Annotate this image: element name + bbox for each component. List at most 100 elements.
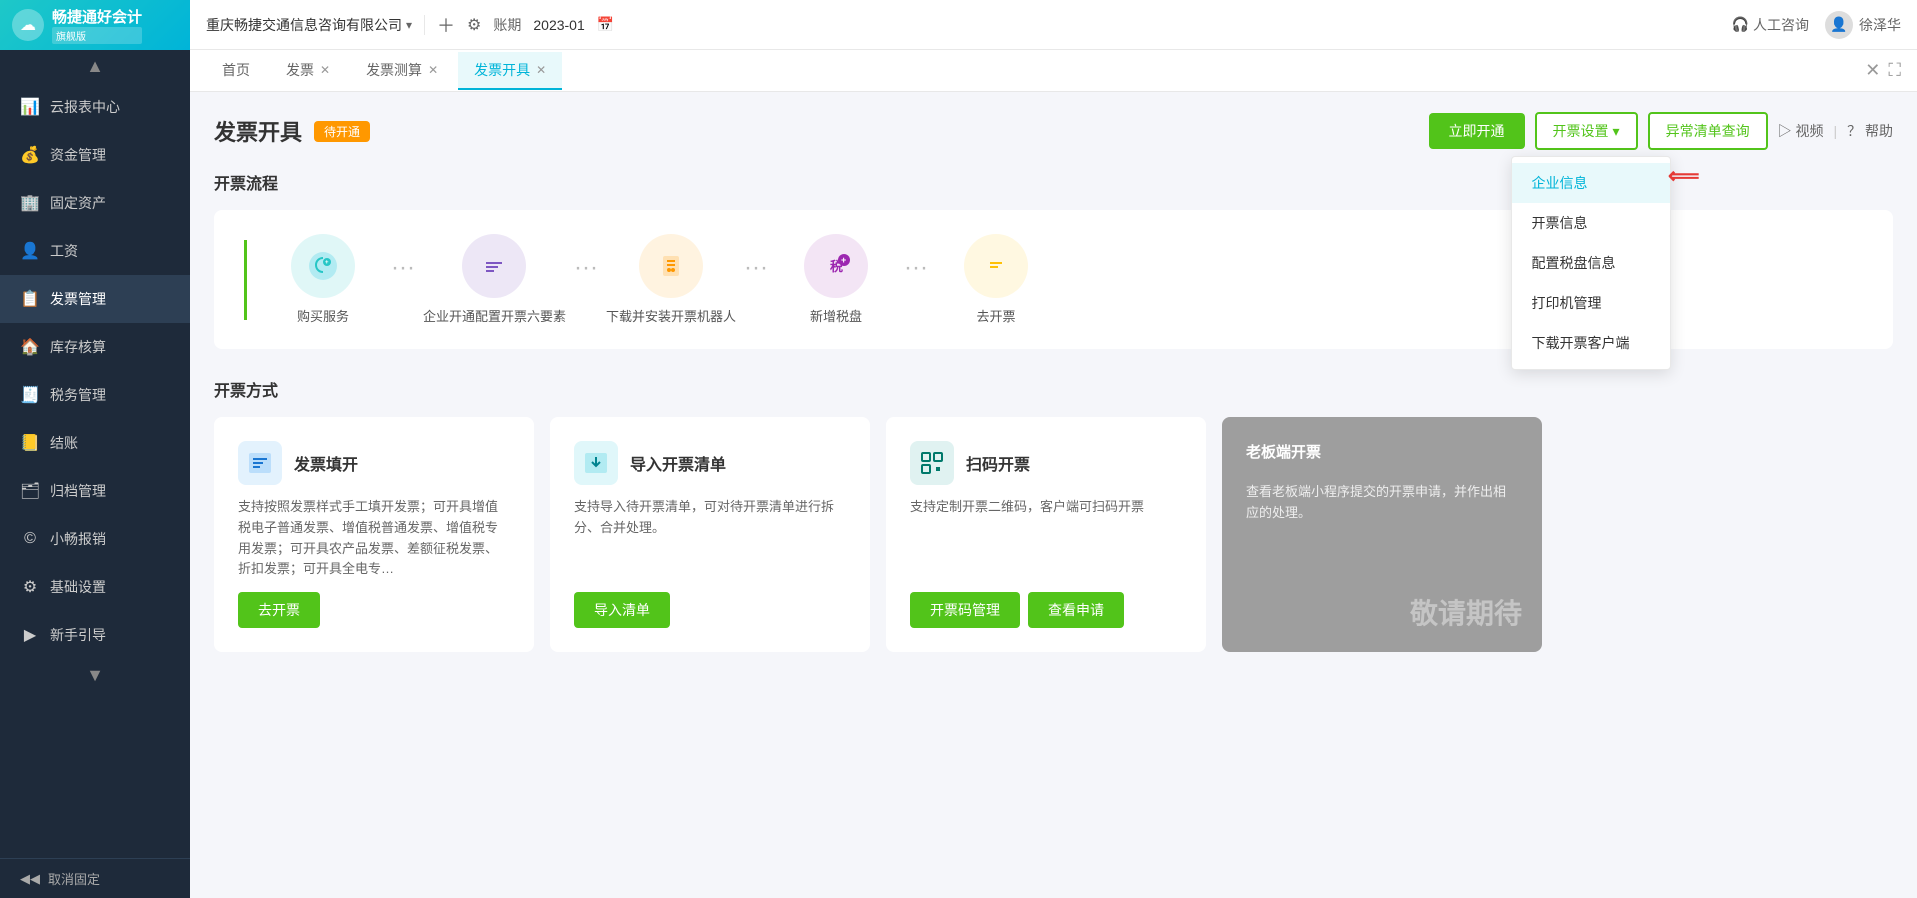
settings-button[interactable]: 开票设置 ▾ [1535, 112, 1638, 150]
flow-step-download-robot: 下载并安装开票机器人 [606, 234, 736, 325]
download-robot-label: 下载并安装开票机器人 [606, 306, 736, 325]
scan-code-desc: 支持定制开票二维码，客户端可扫码开票 [910, 497, 1182, 518]
red-arrow-icon: ⟸ [1668, 163, 1700, 189]
tab-invoice-close[interactable]: ✕ [320, 63, 330, 77]
sidebar-label-fixed-assets: 固定资产 [50, 193, 106, 213]
tab-invoice-issue-close[interactable]: ✕ [536, 63, 546, 77]
activate-button[interactable]: 立即开通 [1429, 113, 1525, 149]
scroll-up-button[interactable]: ▲ [0, 50, 190, 83]
dropdown-company-info[interactable]: 企业信息 [1512, 163, 1670, 203]
printer-mgmt-label: 打印机管理 [1532, 293, 1602, 313]
settings-dropdown: ⟸ 企业信息 开票信息 配置税盘信息 打印机管理 [1511, 156, 1671, 370]
dropdown-tax-disk[interactable]: 配置税盘信息 [1512, 243, 1670, 283]
xiaochang-icon: © [20, 530, 40, 548]
sidebar-label-archive-mgmt: 归档管理 [50, 481, 106, 501]
flow-bar [244, 240, 247, 320]
download-client-label: 下载开票客户端 [1532, 333, 1630, 353]
sidebar-item-payroll[interactable]: 👤 工资 [0, 227, 190, 275]
unpin-button[interactable]: ◀◀ 取消固定 [0, 858, 190, 898]
sidebar-label-tax-mgmt: 税务管理 [50, 385, 106, 405]
sidebar-item-cloud-report[interactable]: 📊 云报表中心 [0, 83, 190, 131]
flow-step-company-config: 企业开通配置开票六要素 [423, 234, 566, 325]
page-header: 发票开具 待开通 立即开通 开票设置 ▾ 异常清单查询 ▷ 视频 | [214, 112, 1893, 150]
tab-bar: 首页 发票 ✕ 发票测算 ✕ 发票开具 ✕ ✕ ⛶ [190, 50, 1917, 92]
sidebar-item-settlement[interactable]: 📒 结账 [0, 419, 190, 467]
sidebar-label-new-guide: 新手引导 [50, 625, 106, 645]
company-info-label: 企业信息 [1532, 173, 1588, 193]
calendar-icon[interactable]: 📅 [597, 16, 614, 33]
company-selector[interactable]: 重庆畅捷交通信息咨询有限公司 ▾ [206, 15, 412, 35]
flow-arrow-3: ··· [736, 254, 776, 282]
video-button[interactable]: ▷ 视频 [1778, 121, 1824, 141]
tab-invoice-calc[interactable]: 发票测算 ✕ [350, 52, 454, 90]
methods-section-title: 开票方式 [214, 377, 1893, 401]
user-area[interactable]: 👤 徐泽华 [1825, 11, 1901, 39]
inventory-icon: 🏠 [20, 337, 40, 357]
tab-invoice-issue-label: 发票开具 [474, 60, 530, 80]
import-list-desc: 支持导入待开票清单，可对待开票清单进行拆分、合并处理。 [574, 497, 846, 539]
close-all-tabs-button[interactable]: ✕ [1865, 60, 1880, 81]
logo-icon: ☁ [12, 9, 44, 41]
play-icon: ▷ [1778, 123, 1792, 139]
flow-step-buy-service: + 购买服务 [263, 234, 383, 325]
settings-icon[interactable]: ⚙ [467, 15, 481, 35]
sidebar-label-cloud-report: 云报表中心 [50, 97, 120, 117]
status-badge: 待开通 [314, 121, 370, 142]
go-invoice-button[interactable]: 去开票 [238, 592, 320, 628]
scan-code-title: 扫码开票 [966, 451, 1030, 475]
qr-code-mgmt-button[interactable]: 开票码管理 [910, 592, 1020, 628]
method-header-scan: 扫码开票 [910, 441, 1182, 485]
sidebar-item-archive-mgmt[interactable]: 🗂 归档管理 [0, 467, 190, 515]
tab-right-actions: ✕ ⛶ [1865, 60, 1901, 81]
add-tax-disk-label: 新增税盘 [810, 306, 862, 325]
dropdown-download-client[interactable]: 下载开票客户端 [1512, 323, 1670, 363]
sidebar-label-basic-settings: 基础设置 [50, 577, 106, 597]
consult-button[interactable]: 🎧 人工咨询 [1732, 15, 1809, 35]
sidebar-item-fund-mgmt[interactable]: 💰 资金管理 [0, 131, 190, 179]
expand-button[interactable]: ⛶ [1888, 60, 1901, 81]
archive-icon: 🗂 [20, 481, 40, 501]
scroll-down-button[interactable]: ▼ [0, 659, 190, 692]
logo-main: 畅捷通好会计 [52, 6, 142, 27]
view-application-button[interactable]: 查看申请 [1028, 592, 1124, 628]
manual-fill-title: 发票填开 [294, 451, 358, 475]
new-guide-icon: ▶ [20, 625, 40, 645]
sidebar-item-new-guide[interactable]: ▶ 新手引导 [0, 611, 190, 659]
methods-section: 开票方式 [214, 377, 1893, 652]
tab-invoice-label: 发票 [286, 60, 314, 80]
import-list-button[interactable]: 导入清单 [574, 592, 670, 628]
sidebar-item-basic-settings[interactable]: ⚙ 基础设置 [0, 563, 190, 611]
methods-container: 发票填开 支持按照发票样式手工填开发票；可开具增值税电子普通发票、增值税普通发票… [214, 417, 1893, 652]
tab-invoice-issue[interactable]: 发票开具 ✕ [458, 52, 562, 90]
main-area: 首页 发票 ✕ 发票测算 ✕ 发票开具 ✕ ✕ ⛶ [190, 50, 1917, 898]
tab-home[interactable]: 首页 [206, 52, 266, 90]
dropdown-printer-mgmt[interactable]: 打印机管理 [1512, 283, 1670, 323]
company-name: 重庆畅捷交通信息咨询有限公司 [206, 15, 402, 35]
help-button[interactable]: ？ 帮助 [1847, 121, 1893, 141]
sidebar-item-tax-mgmt[interactable]: 🧾 税务管理 [0, 371, 190, 419]
avatar: 👤 [1825, 11, 1853, 39]
sidebar-item-xiaochang[interactable]: © 小畅报销 [0, 515, 190, 563]
sidebar-item-invoice-mgmt[interactable]: 📋 发票管理 [0, 275, 190, 323]
flow-arrow-2: ··· [566, 254, 606, 282]
svg-text:+: + [325, 260, 329, 266]
add-button[interactable]: ＋ [437, 12, 455, 38]
tab-invoice[interactable]: 发票 ✕ [270, 52, 346, 90]
tab-invoice-calc-close[interactable]: ✕ [428, 63, 438, 77]
manual-fill-icon [238, 441, 282, 485]
buy-service-icon: + [291, 234, 355, 298]
go-invoice-icon [964, 234, 1028, 298]
sidebar-label-invoice-mgmt: 发票管理 [50, 289, 106, 309]
boss-card-desc: 查看老板端小程序提交的开票申请，并作出相应的处理。 [1246, 482, 1518, 524]
sidebar-item-fixed-assets[interactable]: 🏢 固定资产 [0, 179, 190, 227]
svg-text:+: + [841, 255, 846, 265]
user-name: 徐泽华 [1859, 15, 1901, 35]
abnormal-list-button[interactable]: 异常清单查询 [1648, 112, 1768, 150]
sidebar-label-payroll: 工资 [50, 241, 78, 261]
headset-icon: 🎧 [1732, 16, 1749, 33]
sidebar-item-inventory[interactable]: 🏠 库存核算 [0, 323, 190, 371]
page-content: 发票开具 待开通 立即开通 开票设置 ▾ 异常清单查询 ▷ 视频 | [190, 92, 1917, 898]
dropdown-invoice-info[interactable]: 开票信息 [1512, 203, 1670, 243]
chevron-down-icon: ▾ [1613, 123, 1620, 140]
page-title: 发票开具 [214, 115, 302, 147]
